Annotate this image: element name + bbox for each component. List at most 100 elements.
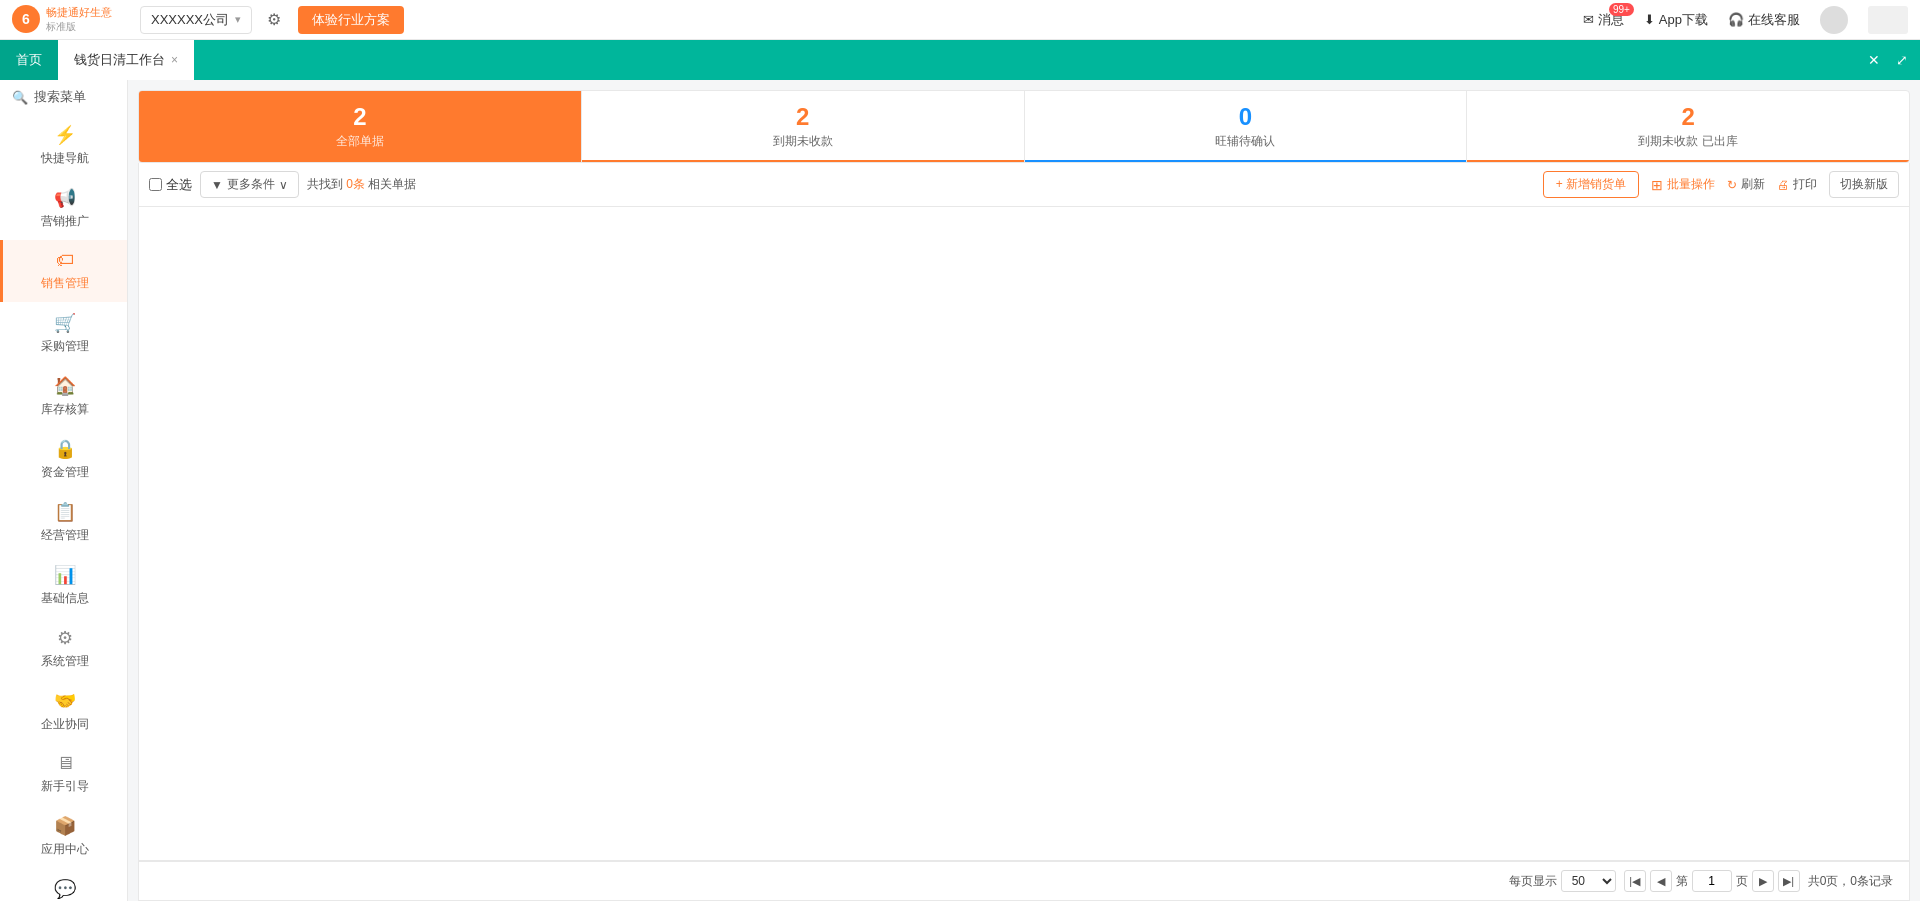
search-menu-label: 搜索菜单 [34,88,86,106]
sidebar-item-guide[interactable]: 🖥 新手引导 [0,743,127,805]
page-suffix: 页 [1736,873,1748,890]
sidebar-item-wechat[interactable]: 💬 企业微信 [0,868,127,901]
avatar[interactable] [1820,6,1848,34]
sidebar-item-marketing[interactable]: 📢 营销推广 [0,177,127,240]
main-content: 2 全部单据 2 到期未收款 0 旺辅待确认 2 到期未收款 已出库 [128,80,1920,901]
result-suffix: 相关单据 [368,177,416,191]
batch-ops-label: 批量操作 [1667,176,1715,193]
card-due-label: 到期未收款 [598,133,1008,150]
tab-workspace[interactable]: 钱货日清工作台 × [58,40,194,80]
sidebar-item-system[interactable]: ⚙ 系统管理 [0,617,127,680]
sidebar-item-purchase[interactable]: 🛒 采购管理 [0,302,127,365]
top-bar: 6 畅捷通好生意 标准版 XXXXXX公司 ▾ ⚙ 体验行业方案 ✉ 消息 99… [0,0,1920,40]
tab-home[interactable]: 首页 [0,40,58,80]
filter-btn-label: 更多条件 [227,176,275,193]
message-icon: ✉ [1583,12,1594,27]
inventory-icon: 🏠 [54,375,76,397]
sidebar-item-basic-info[interactable]: 📊 基础信息 [0,554,127,617]
table-area [138,207,1910,861]
refresh-btn[interactable]: ↻ 刷新 [1727,176,1765,193]
sidebar-item-label-cooperation: 企业协同 [41,716,89,733]
card-due-shipped-num: 2 [1483,103,1893,131]
print-icon: 🖨 [1777,178,1789,192]
prev-page-btn[interactable]: ◀ [1650,870,1672,892]
company-selector[interactable]: XXXXXX公司 ▾ [140,6,252,34]
switch-version-btn[interactable]: 切换新版 [1829,171,1899,198]
page-nav: |◀ ◀ 第 页 ▶ ▶| [1624,870,1800,892]
close-window-icon[interactable]: ✕ [1864,48,1884,72]
sidebar-item-sales[interactable]: 🏷 销售管理 [0,240,127,302]
card-wangpu[interactable]: 0 旺辅待确认 [1025,91,1468,162]
online-service-label: 在线客服 [1748,11,1800,29]
online-service-btn[interactable]: 🎧 在线客服 [1728,11,1800,29]
page-input[interactable] [1692,870,1732,892]
select-all-label: 全选 [166,176,192,194]
sidebar-item-label-quick-nav: 快捷导航 [41,150,89,167]
settings-icon[interactable]: ⚙ [260,6,288,34]
card-all[interactable]: 2 全部单据 [139,91,582,162]
sidebar-item-cooperation[interactable]: 🤝 企业协同 [0,680,127,743]
card-due-shipped-underline [1467,160,1909,162]
chevron-down-icon: ∨ [279,178,288,192]
sales-icon: 🏷 [56,250,74,271]
tab-home-label: 首页 [16,51,42,69]
card-all-num: 2 [155,103,565,131]
batch-ops-btn[interactable]: ⊞ 批量操作 [1651,176,1715,193]
logo-area: 6 畅捷通好生意 标准版 [12,5,140,33]
filter-btn[interactable]: ▼ 更多条件 ∨ [200,171,299,198]
toolbar-right: + 新增销货单 ⊞ 批量操作 ↻ 刷新 🖨 打印 切换新版 [1543,171,1899,198]
app-name: 畅捷通好生意 [46,5,112,19]
toolbar-left: 全选 ▼ 更多条件 ∨ 共找到 0条 相关单据 [149,171,1535,198]
card-due-num: 2 [598,103,1008,131]
batch-icon: ⊞ [1651,177,1663,193]
cooperation-icon: 🤝 [54,690,76,712]
sidebar-item-label-finance: 资金管理 [41,464,89,481]
chevron-down-icon: ▾ [235,13,241,26]
user-name-display[interactable] [1868,6,1908,34]
trial-button[interactable]: 体验行业方案 [298,6,404,34]
sidebar-item-label-purchase: 采购管理 [41,338,89,355]
app-download-label: App下载 [1659,11,1708,29]
app-version: 标准版 [46,20,112,34]
expand-icon[interactable]: ⤢ [1892,48,1912,72]
pagination: 每页显示 50 100 200 |◀ ◀ 第 页 ▶ ▶| 共0页，0条记录 [138,861,1910,901]
headset-icon: 🎧 [1728,12,1744,27]
print-label: 打印 [1793,176,1817,193]
sidebar-item-label-marketing: 营销推广 [41,213,89,230]
sidebar-item-inventory[interactable]: 🏠 库存核算 [0,365,127,428]
sidebar-item-app-center[interactable]: 📦 应用中心 [0,805,127,868]
messages-btn[interactable]: ✉ 消息 99+ [1583,11,1624,29]
next-page-btn[interactable]: ▶ [1752,870,1774,892]
sidebar-item-label-inventory: 库存核算 [41,401,89,418]
card-all-label: 全部单据 [155,133,565,150]
search-menu-item[interactable]: 🔍 搜索菜单 [0,80,127,114]
sidebar-item-operations[interactable]: 📋 经营管理 [0,491,127,554]
marketing-icon: 📢 [54,187,76,209]
sidebar-item-label-operations: 经营管理 [41,527,89,544]
card-due-uncollected[interactable]: 2 到期未收款 [582,91,1025,162]
sidebar-item-quick-nav[interactable]: ⚡ 快捷导航 [0,114,127,177]
sidebar-item-label-app-center: 应用中心 [41,841,89,858]
sidebar-item-label-basic-info: 基础信息 [41,590,89,607]
first-page-btn[interactable]: |◀ [1624,870,1646,892]
result-prefix: 共找到 [307,177,343,191]
close-tab-icon[interactable]: × [171,53,178,67]
new-order-btn[interactable]: + 新增销货单 [1543,171,1639,198]
select-all-checkbox[interactable]: 全选 [149,176,192,194]
per-page-select-input[interactable]: 50 100 200 [1561,870,1616,892]
finance-icon: 🔒 [54,438,76,460]
per-page-label: 每页显示 [1509,873,1557,890]
sidebar-item-label-sales: 销售管理 [41,275,89,292]
print-btn[interactable]: 🖨 打印 [1777,176,1817,193]
card-due-underline [582,160,1024,162]
card-due-shipped[interactable]: 2 到期未收款 已出库 [1467,91,1909,162]
basic-info-icon: 📊 [54,564,76,586]
total-records: 共0页，0条记录 [1808,873,1893,890]
select-all-input[interactable] [149,178,162,191]
app-download-btn[interactable]: ⬇ App下载 [1644,11,1708,29]
logo-icon: 6 [12,5,40,33]
guide-icon: 🖥 [56,753,74,774]
sidebar-item-finance[interactable]: 🔒 资金管理 [0,428,127,491]
last-page-btn[interactable]: ▶| [1778,870,1800,892]
card-due-shipped-label: 到期未收款 已出库 [1483,133,1893,150]
